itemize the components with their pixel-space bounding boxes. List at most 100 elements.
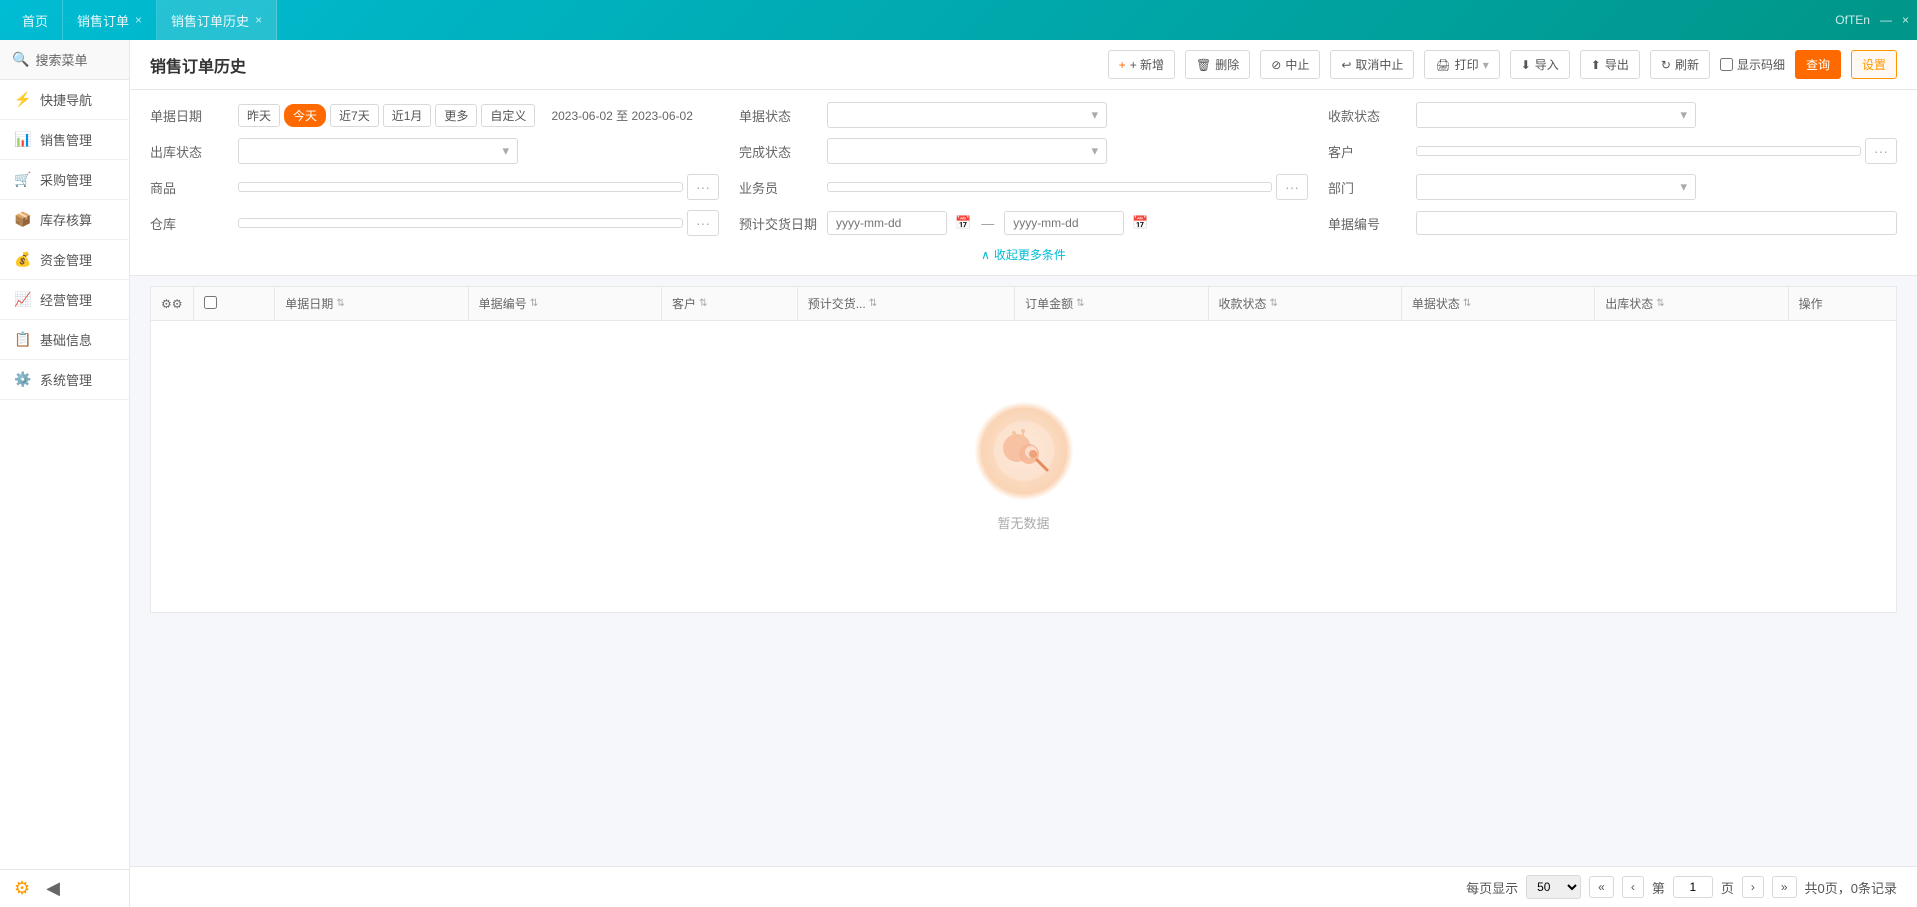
customer-input[interactable] [1416,146,1861,156]
export-button[interactable]: ⬆ 导出 [1580,50,1640,79]
doc-sort-icon: ⇅ [1463,298,1471,309]
customer-filter-label: 客户 [1328,142,1408,161]
table-settings-icon[interactable]: ⚙ [161,297,183,311]
close-sales-order-tab[interactable]: × [135,13,142,27]
last-page-btn[interactable]: » [1772,876,1797,898]
salesperson-input[interactable] [827,182,1272,192]
page-number-input[interactable] [1673,876,1713,898]
close-history-tab[interactable]: × [255,13,262,27]
refresh-button[interactable]: ↻ 刷新 [1650,50,1710,79]
no-sort-icon: ⇅ [530,298,538,309]
page-size-select[interactable]: 50 20 100 200 [1526,875,1581,899]
total-text: 共0页，0条记录 [1805,878,1897,897]
th-checkbox[interactable] [193,287,275,321]
display-columns-checkbox[interactable] [1720,58,1733,71]
filter-row-4: 仓库 ··· 预计交货日期 📅 — 📅 [150,210,1897,236]
top-bar-text: OfTEn [1835,13,1870,27]
pagination-bar: 每页显示 50 20 100 200 « ‹ 第 页 › » 共0页，0条记录 [130,866,1917,907]
add-icon: + [1119,58,1126,72]
print-icon: 🖨 [1435,58,1450,72]
order-no-input[interactable] [1416,211,1897,235]
tab-home[interactable]: 首页 [8,0,63,40]
date-today-btn[interactable]: 今天 [284,104,326,127]
th-receipt-status[interactable]: 收款状态 ⇅ [1208,287,1401,321]
date-1month-btn[interactable]: 近1月 [383,104,432,127]
th-no[interactable]: 单据编号 ⇅ [468,287,661,321]
filter-row-1: 单据日期 昨天 今天 近7天 近1月 更多 自定义 2023-06-02 至 2… [150,102,1897,128]
tab-sales-order[interactable]: 销售订单 × [63,0,157,40]
complete-chevron-icon [1091,143,1098,159]
cancel-stop-button[interactable]: ↩ 取消中止 [1330,50,1414,79]
sidebar-item-quick-nav[interactable]: 快捷导航 [0,80,129,120]
settings-button[interactable]: 设置 [1851,50,1897,79]
product-input[interactable] [238,182,683,192]
outbound-sort-icon: ⇅ [1656,298,1664,309]
sidebar-collapse-icon[interactable]: ◀ [46,878,60,899]
th-settings[interactable]: ⚙ [151,287,194,321]
purchase-icon [14,171,32,189]
sidebar-item-base-info[interactable]: 基础信息 [0,320,129,360]
warehouse-dots-btn[interactable]: ··· [687,210,719,236]
filter-row-3: 商品 ··· 业务员 ··· 部门 [150,174,1897,200]
search-icon [12,51,29,68]
sidebar-item-operation[interactable]: 经营管理 [0,280,129,320]
next-page-btn[interactable]: › [1742,876,1764,898]
customer-dots-btn[interactable]: ··· [1865,138,1897,164]
sidebar-search[interactable]: 搜索菜单 [0,40,129,80]
empty-illustration [974,401,1074,501]
date-more-btn[interactable]: 更多 [435,104,477,127]
status-select[interactable] [827,102,1107,128]
sidebar-item-inventory[interactable]: 库存核算 [0,200,129,240]
complete-status-select[interactable] [827,138,1107,164]
display-columns-toggle[interactable]: 显示码细 [1720,56,1785,73]
sales-icon [14,131,32,149]
new-button[interactable]: + + 新增 [1108,50,1175,79]
th-doc-status[interactable]: 单据状态 ⇅ [1401,287,1594,321]
date-7days-btn[interactable]: 近7天 [330,104,379,127]
prev-page-btn[interactable]: ‹ [1622,876,1644,898]
delivery-date-from[interactable] [827,211,947,235]
sidebar-settings-icon[interactable]: ⚙ [14,878,30,899]
date-custom-btn[interactable]: 自定义 [481,104,535,127]
sidebar-item-capital[interactable]: 资金管理 [0,240,129,280]
first-page-btn[interactable]: « [1589,876,1614,898]
th-outbound-status[interactable]: 出库状态 ⇅ [1595,287,1788,321]
collapse-btn[interactable]: ∧ 收起更多条件 [150,246,1897,263]
warehouse-input[interactable] [238,218,683,228]
th-customer[interactable]: 客户 ⇅ [662,287,798,321]
receipt-status-select[interactable] [1416,102,1696,128]
order-no-label: 单据编号 [1328,214,1408,233]
close-window-btn[interactable]: × [1902,13,1909,27]
calendar-to-icon[interactable]: 📅 [1132,215,1148,231]
import-button[interactable]: ⬇ 导入 [1510,50,1570,79]
date-range-display: 2023-06-02 至 2023-06-02 [551,107,692,124]
sidebar-item-system[interactable]: 系统管理 [0,360,129,400]
salesperson-dots-btn[interactable]: ··· [1276,174,1308,200]
print-button[interactable]: 🖨 打印 ▾ [1424,50,1499,79]
date-yesterday-btn[interactable]: 昨天 [238,104,280,127]
th-amount[interactable]: 订单金额 ⇅ [1015,287,1208,321]
tab-sales-order-history[interactable]: 销售订单历史 × [157,0,277,40]
stop-button[interactable]: ⊘ 中止 [1260,50,1320,79]
receipt-sort-icon: ⇅ [1270,298,1278,309]
sidebar-item-sales-mgmt[interactable]: 销售管理 [0,120,129,160]
sidebar-item-purchase-mgmt[interactable]: 采购管理 [0,160,129,200]
top-bar: 首页 销售订单 × 销售订单历史 × OfTEn — × [0,0,1917,40]
empty-state: 暂无数据 [151,321,1896,612]
delete-button[interactable]: 🗑 删除 [1185,50,1250,79]
page-unit: 页 [1721,878,1734,897]
select-all-checkbox[interactable] [204,296,217,309]
th-delivery[interactable]: 预计交货... ⇅ [797,287,1014,321]
department-select[interactable] [1416,174,1696,200]
product-dots-btn[interactable]: ··· [687,174,719,200]
minimize-btn[interactable]: — [1880,13,1892,27]
th-date[interactable]: 单据日期 ⇅ [275,287,468,321]
sidebar: 搜索菜单 快捷导航 销售管理 采购管理 库存核算 资金管理 经营管理 基础信息 [0,40,130,907]
outbound-status-select[interactable] [238,138,518,164]
query-button[interactable]: 查询 [1795,50,1841,79]
department-chevron-icon [1680,179,1687,195]
refresh-icon: ↻ [1661,58,1671,72]
calendar-from-icon[interactable]: 📅 [955,215,971,231]
sidebar-bottom: ⚙ ◀ [0,869,129,907]
delivery-date-to[interactable] [1004,211,1124,235]
